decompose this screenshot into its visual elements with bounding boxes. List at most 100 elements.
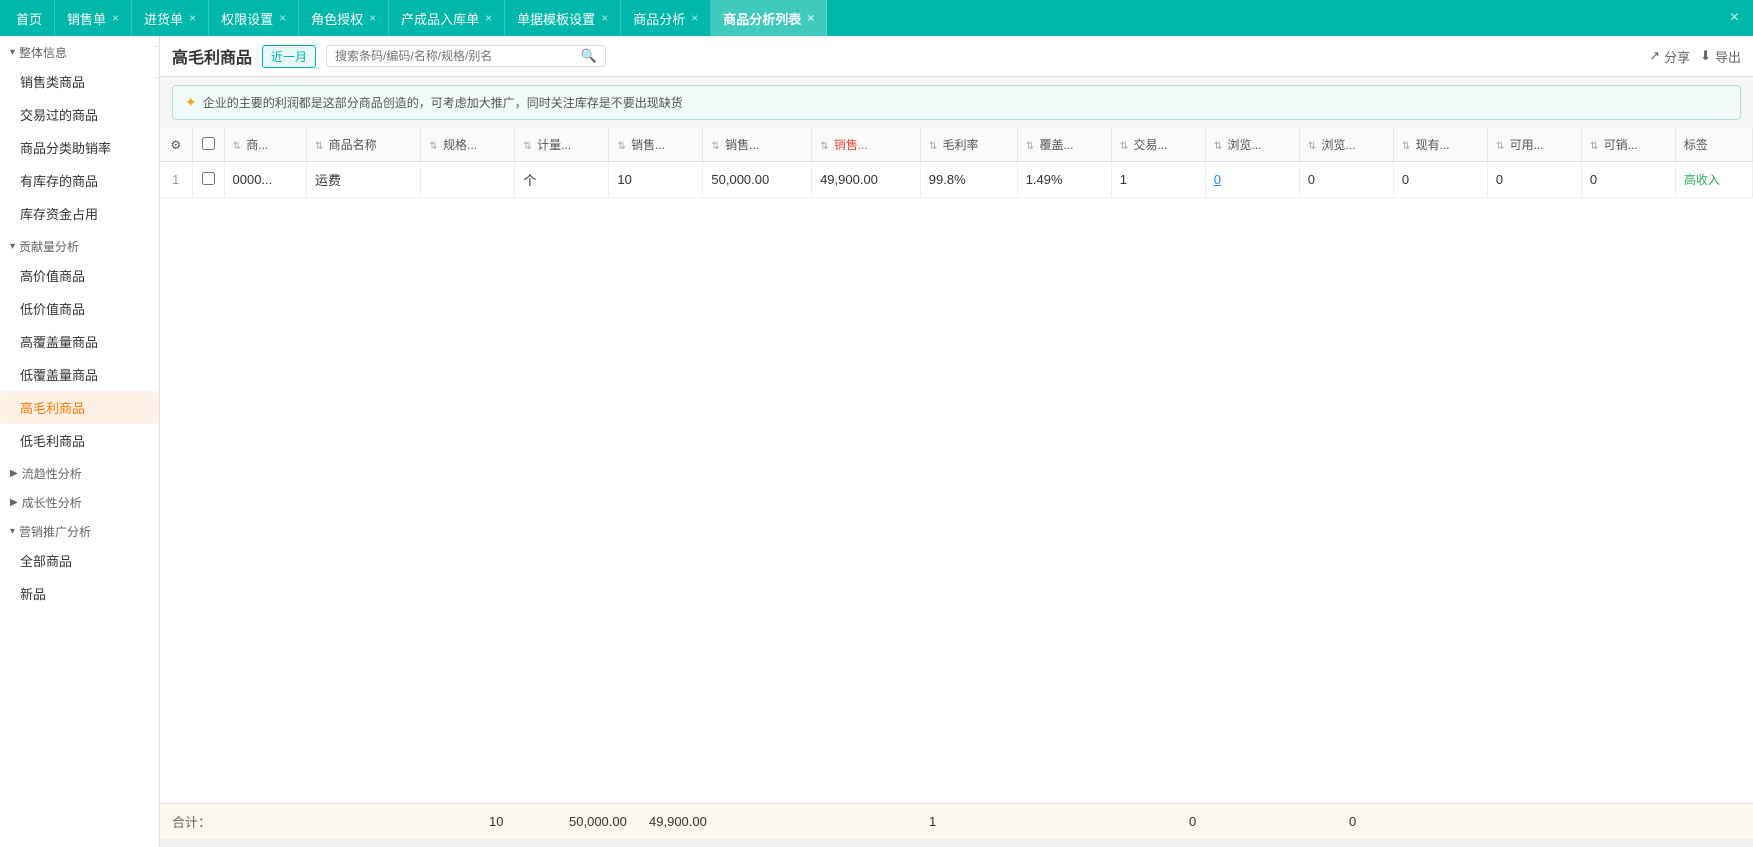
- sort-icon: ⇅: [617, 141, 625, 152]
- table-row: 1 0000... 运费 个 10 50,000.00 49,900.00 99…: [160, 162, 1753, 198]
- sort-icon: ⇅: [1120, 141, 1128, 152]
- horizontal-scrollbar[interactable]: [160, 839, 1753, 847]
- panel-header: 高毛利商品 近一月 🔍 ↗ 分享 ⬇ 导出: [160, 36, 1753, 77]
- col-coverage[interactable]: ⇅ 覆盖...: [1017, 128, 1111, 162]
- close-icon[interactable]: ×: [691, 11, 698, 25]
- row-number: 1: [160, 162, 192, 198]
- row-name: 运费: [306, 162, 420, 198]
- close-icon[interactable]: ×: [189, 11, 196, 25]
- sidebar-group-flow[interactable]: ▶ 流趋性分析: [0, 457, 159, 486]
- col-current[interactable]: ⇅ 现有...: [1393, 128, 1487, 162]
- close-icon[interactable]: ×: [112, 11, 119, 25]
- col-tag[interactable]: 标签: [1675, 128, 1752, 162]
- search-icon[interactable]: 🔍: [581, 48, 597, 64]
- nav-tab-purchase[interactable]: 进货单 ×: [132, 0, 209, 36]
- col-settings[interactable]: ⚙: [160, 128, 192, 162]
- share-button[interactable]: ↗ 分享: [1649, 47, 1690, 66]
- row-browse2: 0: [1299, 162, 1393, 198]
- sidebar-item-in-stock[interactable]: 有库存的商品: [0, 164, 159, 197]
- close-all-button[interactable]: ×: [1720, 9, 1749, 27]
- sort-icon: ⇅: [1214, 141, 1222, 152]
- row-checkbox[interactable]: [192, 162, 224, 198]
- sidebar-item-traded-goods[interactable]: 交易过的商品: [0, 98, 159, 131]
- export-button[interactable]: ⬇ 导出: [1700, 47, 1741, 66]
- col-sellable[interactable]: ⇅ 可销...: [1581, 128, 1675, 162]
- export-icon: ⬇: [1700, 48, 1711, 64]
- sidebar-item-stock-capital[interactable]: 库存资金占用: [0, 197, 159, 230]
- sidebar-item-high-coverage[interactable]: 高覆盖量商品: [0, 325, 159, 358]
- sort-icon: ⇅: [1496, 141, 1504, 152]
- sidebar-collapse-button[interactable]: «: [155, 46, 160, 78]
- sort-icon: ⇅: [1402, 141, 1410, 152]
- sort-icon: ⇅: [233, 141, 241, 152]
- sidebar-item-new-goods[interactable]: 新品: [0, 577, 159, 610]
- col-code[interactable]: ⇅ 商...: [224, 128, 306, 162]
- sidebar-item-low-coverage[interactable]: 低覆盖量商品: [0, 358, 159, 391]
- data-table-container[interactable]: ⚙ ⇅ 商... ⇅ 商品名称: [160, 128, 1753, 803]
- row-sellable: 0: [1581, 162, 1675, 198]
- row-browse1[interactable]: 0: [1205, 162, 1299, 198]
- sidebar-item-low-value[interactable]: 低价值商品: [0, 292, 159, 325]
- sidebar-item-all-goods[interactable]: 全部商品: [0, 544, 159, 577]
- info-icon: ✦: [185, 94, 197, 111]
- chevron-right-icon: ▶: [10, 497, 18, 508]
- search-input[interactable]: [335, 49, 581, 63]
- sort-icon: ⇅: [429, 141, 437, 152]
- sidebar-group-marketing[interactable]: ▾ 营销推广分析: [0, 515, 159, 544]
- nav-tab-permission[interactable]: 权限设置 ×: [209, 0, 299, 36]
- sort-icon: ⇅: [711, 141, 719, 152]
- sidebar-group-growth[interactable]: ▶ 成长性分析: [0, 486, 159, 515]
- row-sales-amount: 50,000.00: [703, 162, 812, 198]
- col-available[interactable]: ⇅ 可用...: [1487, 128, 1581, 162]
- row-sales-count: 10: [609, 162, 703, 198]
- sidebar-group-contribution[interactable]: ▾ 贡献量分析: [0, 230, 159, 259]
- footer-sales-profit: 49,900.00: [641, 814, 721, 829]
- row-spec: [421, 162, 515, 198]
- close-icon[interactable]: ×: [601, 11, 608, 25]
- col-name[interactable]: ⇅ 商品名称: [306, 128, 420, 162]
- close-icon[interactable]: ×: [369, 11, 376, 25]
- sort-icon: ⇅: [820, 141, 828, 152]
- sidebar-item-low-margin[interactable]: 低毛利商品: [0, 424, 159, 457]
- sidebar-item-high-margin[interactable]: 高毛利商品: [0, 391, 159, 424]
- col-sales-amount[interactable]: ⇅ 销售...: [703, 128, 812, 162]
- col-browse1[interactable]: ⇅ 浏览...: [1205, 128, 1299, 162]
- col-browse2[interactable]: ⇅ 浏览...: [1299, 128, 1393, 162]
- nav-tab-analysis[interactable]: 商品分析 ×: [621, 0, 711, 36]
- sort-icon: ⇅: [1308, 141, 1316, 152]
- nav-tab-sales[interactable]: 销售单 ×: [55, 0, 132, 36]
- period-button[interactable]: 近一月: [262, 45, 316, 68]
- nav-tab-product-in[interactable]: 产成品入库单 ×: [389, 0, 505, 36]
- close-icon[interactable]: ×: [485, 11, 492, 25]
- sort-icon: ⇅: [1026, 141, 1034, 152]
- footer-browse2-val: 0: [1181, 814, 1261, 829]
- close-icon[interactable]: ×: [807, 11, 814, 25]
- col-trade[interactable]: ⇅ 交易...: [1111, 128, 1205, 162]
- settings-icon[interactable]: ⚙: [170, 138, 181, 152]
- col-sales-count[interactable]: ⇅ 销售...: [609, 128, 703, 162]
- col-unit[interactable]: ⇅ 计量...: [515, 128, 609, 162]
- chevron-down-icon: ▾: [10, 241, 15, 252]
- col-gross-margin[interactable]: ⇅ 毛利率: [920, 128, 1017, 162]
- footer-sales-amount: 50,000.00: [561, 814, 641, 829]
- nav-tab-analysis-list[interactable]: 商品分析列表 ×: [711, 0, 827, 36]
- close-icon[interactable]: ×: [279, 11, 286, 25]
- main-area: « ▾ 整体信息 销售类商品 交易过的商品 商品分类助销率 有库存的商品 库存资…: [0, 36, 1753, 847]
- sidebar-item-high-value[interactable]: 高价值商品: [0, 259, 159, 292]
- nav-tab-role[interactable]: 角色授权 ×: [299, 0, 389, 36]
- col-sales-profit[interactable]: ⇅ 销售...: [812, 128, 921, 162]
- share-icon: ↗: [1649, 48, 1660, 64]
- sidebar-item-category-rate[interactable]: 商品分类助销率: [0, 131, 159, 164]
- sidebar-group-overall[interactable]: ▾ 整体信息: [0, 36, 159, 65]
- nav-tab-template[interactable]: 单据模板设置 ×: [505, 0, 621, 36]
- col-spec[interactable]: ⇅ 规格...: [421, 128, 515, 162]
- row-tag: 高收入: [1675, 162, 1752, 198]
- chevron-down-icon: ▾: [10, 47, 15, 58]
- row-gross-margin: 99.8%: [920, 162, 1017, 198]
- nav-tab-home[interactable]: 首页: [4, 0, 55, 36]
- row-available: 0: [1487, 162, 1581, 198]
- sidebar-item-sales-goods[interactable]: 销售类商品: [0, 65, 159, 98]
- sort-icon: ⇅: [1590, 141, 1598, 152]
- row-unit: 个: [515, 162, 609, 198]
- select-all-checkbox[interactable]: [202, 137, 215, 150]
